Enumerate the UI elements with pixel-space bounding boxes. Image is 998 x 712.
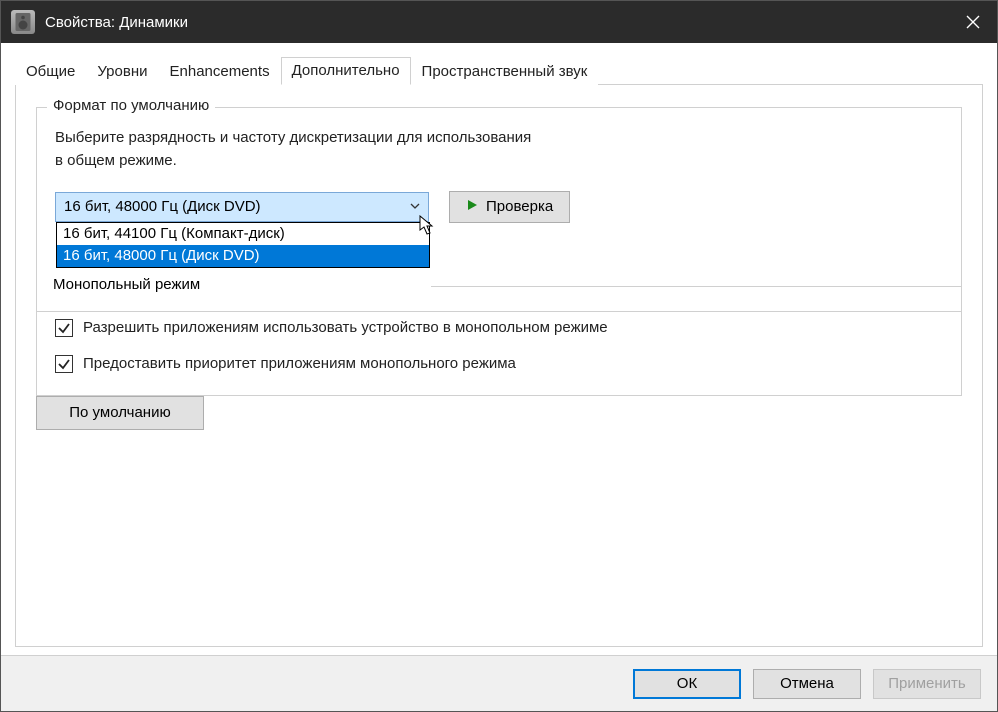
allow-exclusive-checkbox[interactable]	[55, 319, 73, 337]
desc-line1: Выберите разрядность и частоту дискретиз…	[55, 129, 531, 146]
exclusive-legend: Монопольный режим	[47, 276, 206, 293]
default-format-legend: Формат по умолчанию	[47, 97, 215, 114]
close-button[interactable]	[949, 1, 997, 43]
speaker-icon	[11, 10, 35, 34]
exclusive-mode-group: Монопольный режим Разрешить приложениям …	[36, 286, 962, 396]
allow-exclusive-label: Разрешить приложениям использовать устро…	[83, 319, 608, 336]
checkmark-icon	[57, 321, 71, 335]
cancel-label: Отмена	[780, 675, 834, 692]
format-option-44100[interactable]: 16 бит, 44100 Гц (Компакт-диск)	[57, 223, 429, 245]
titlebar: Свойства: Динамики	[1, 1, 997, 43]
format-combobox[interactable]: 16 бит, 48000 Гц (Диск DVD) 16 бит, 4410…	[55, 192, 429, 222]
tab-general[interactable]: Общие	[15, 58, 86, 85]
ok-label: ОК	[677, 675, 697, 692]
apply-button: Применить	[873, 669, 981, 699]
client-area: Общие Уровни Enhancements Дополнительно …	[1, 43, 997, 655]
chevron-down-icon	[410, 198, 420, 215]
tab-enhancements[interactable]: Enhancements	[159, 58, 281, 85]
default-format-description: Выберите разрядность и частоту дискретиз…	[55, 126, 943, 173]
tab-advanced[interactable]: Дополнительно	[281, 57, 411, 85]
tab-strip: Общие Уровни Enhancements Дополнительно …	[15, 55, 983, 85]
apply-label: Применить	[888, 675, 966, 692]
format-dropdown: 16 бит, 44100 Гц (Компакт-диск) 16 бит, …	[56, 222, 430, 268]
exclusive-priority-checkbox[interactable]	[55, 355, 73, 373]
dialog-footer: ОК Отмена Применить	[1, 655, 997, 711]
test-button[interactable]: Проверка	[449, 191, 570, 223]
exclusive-priority-label: Предоставить приоритет приложениям моноп…	[83, 355, 516, 372]
tab-panel-advanced: Формат по умолчанию Выберите разрядность…	[15, 85, 983, 647]
tab-levels[interactable]: Уровни	[86, 58, 158, 85]
restore-defaults-label: По умолчанию	[69, 404, 170, 421]
allow-exclusive-row: Разрешить приложениям использовать устро…	[55, 319, 943, 337]
format-row: 16 бит, 48000 Гц (Диск DVD) 16 бит, 4410…	[55, 191, 943, 223]
cancel-button[interactable]: Отмена	[753, 669, 861, 699]
format-selected-text: 16 бит, 48000 Гц (Диск DVD)	[64, 198, 261, 215]
format-option-48000[interactable]: 16 бит, 48000 Гц (Диск DVD)	[57, 245, 429, 267]
close-icon	[966, 15, 980, 29]
ok-button[interactable]: ОК	[633, 669, 741, 699]
tab-spatial[interactable]: Пространственный звук	[411, 58, 599, 85]
exclusive-priority-row: Предоставить приоритет приложениям моноп…	[55, 355, 943, 373]
checkmark-icon	[57, 357, 71, 371]
restore-defaults-button[interactable]: По умолчанию	[36, 396, 204, 430]
test-button-label: Проверка	[486, 198, 553, 215]
window-title: Свойства: Динамики	[45, 14, 949, 31]
properties-dialog: Свойства: Динамики Общие Уровни Enhancem…	[0, 0, 998, 712]
desc-line2: в общем режиме.	[55, 152, 177, 169]
play-icon	[466, 198, 478, 215]
